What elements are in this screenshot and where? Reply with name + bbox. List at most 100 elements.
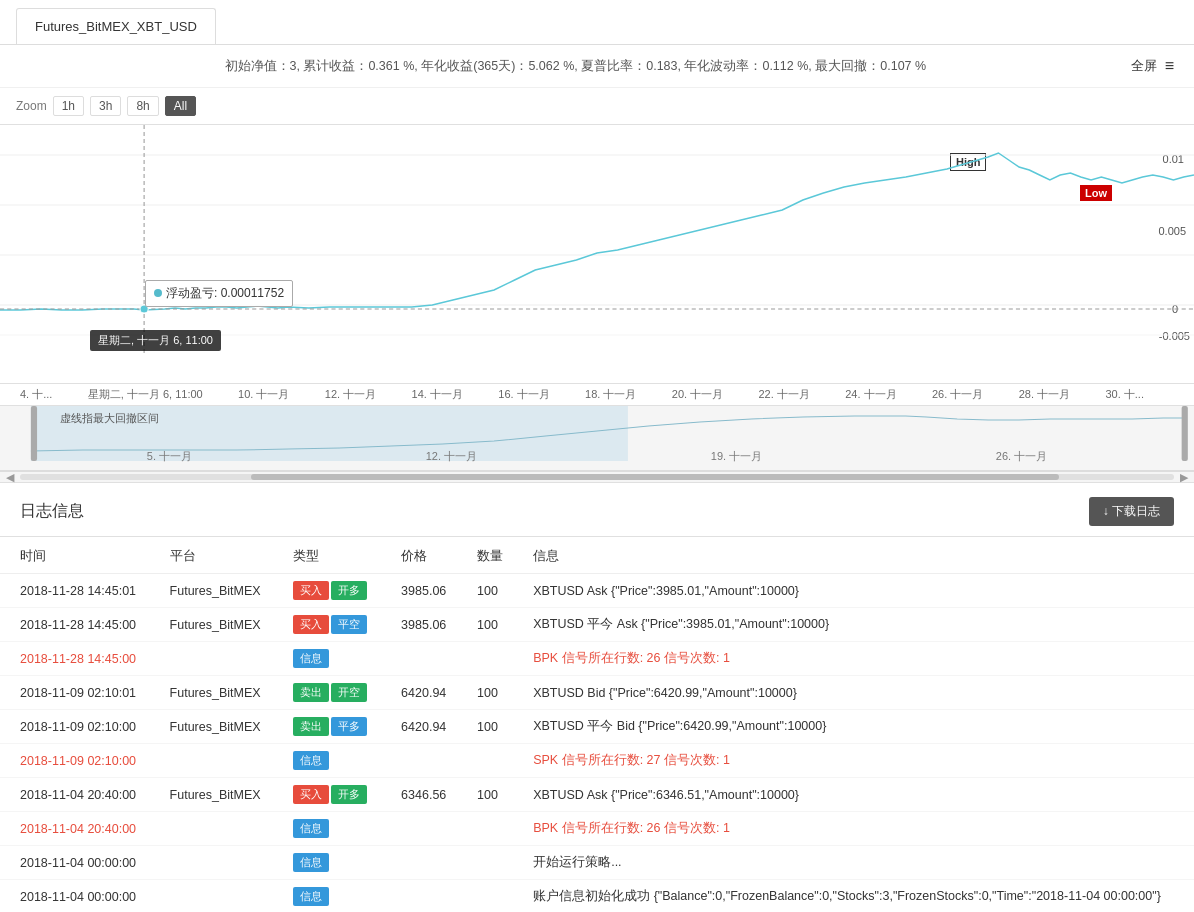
cell-time: 2018-11-28 14:45:00 — [0, 608, 150, 642]
cell-info: 开始运行策略... — [513, 846, 1194, 880]
tag-open: 开多 — [331, 785, 367, 804]
cell-time: 2018-11-09 02:10:01 — [0, 676, 150, 710]
zoom-all[interactable]: All — [165, 96, 196, 116]
cell-price — [381, 642, 457, 676]
col-amount: 数量 — [457, 537, 513, 574]
cell-info: XBTUSD Ask {"Price":3985.01,"Amount":100… — [513, 574, 1194, 608]
chart-tooltip: 浮动盈亏: 0.00011752 — [145, 280, 293, 307]
fullscreen-button[interactable]: 全屏 — [1131, 57, 1157, 75]
cell-amount: 100 — [457, 574, 513, 608]
download-log-button[interactable]: ↓ 下载日志 — [1089, 497, 1174, 526]
cell-price — [381, 880, 457, 913]
col-type: 类型 — [273, 537, 381, 574]
cell-platform: Futures_BitMEX — [150, 608, 274, 642]
cell-platform — [150, 812, 274, 846]
cell-type: 信息 — [273, 846, 381, 880]
cell-price: 3985.06 — [381, 574, 457, 608]
tag-buy: 买入 — [293, 581, 329, 600]
cell-price: 6346.56 — [381, 778, 457, 812]
cell-type: 买入平空 — [273, 608, 381, 642]
cell-amount: 100 — [457, 778, 513, 812]
tag-open: 开多 — [331, 581, 367, 600]
cell-type: 信息 — [273, 744, 381, 778]
nav-x-labels: 5. 十一月 12. 十一月 19. 十一月 26. 十一月 — [0, 447, 1194, 466]
tab-futures[interactable]: Futures_BitMEX_XBT_USD — [16, 8, 216, 44]
log-table: 时间 平台 类型 价格 数量 信息 2018-11-28 14:45:01Fut… — [0, 537, 1194, 912]
cell-type: 买入开多 — [273, 778, 381, 812]
zoom-3h[interactable]: 3h — [90, 96, 121, 116]
table-row: 2018-11-09 02:10:01Futures_BitMEX卖出开空642… — [0, 676, 1194, 710]
cell-info: BPK 信号所在行数: 26 信号次数: 1 — [513, 812, 1194, 846]
nav-label: 虚线指最大回撤区间 — [60, 411, 159, 426]
tag-info: 信息 — [293, 887, 329, 906]
cell-platform: Futures_BitMEX — [150, 676, 274, 710]
x-label-10: 24. 十一月 — [845, 387, 896, 402]
cell-info: BPK 信号所在行数: 26 信号次数: 1 — [513, 642, 1194, 676]
cell-amount — [457, 846, 513, 880]
col-time: 时间 — [0, 537, 150, 574]
log-title: 日志信息 — [20, 501, 84, 522]
cell-info: 账户信息初始化成功 {"Balance":0,"FrozenBalance":0… — [513, 880, 1194, 913]
col-platform: 平台 — [150, 537, 274, 574]
cell-time: 2018-11-04 00:00:00 — [0, 880, 150, 913]
zoom-1h[interactable]: 1h — [53, 96, 84, 116]
scroll-right-arrow[interactable]: ▶ — [1174, 471, 1194, 484]
cell-platform — [150, 880, 274, 913]
cell-platform — [150, 744, 274, 778]
x-label-5: 14. 十一月 — [412, 387, 463, 402]
tab-bar: Futures_BitMEX_XBT_USD — [0, 0, 1194, 45]
cell-info: XBTUSD Ask {"Price":6346.51,"Amount":100… — [513, 778, 1194, 812]
cell-type: 信息 — [273, 812, 381, 846]
nav-x-2: 12. 十一月 — [426, 449, 477, 464]
tooltip-dot — [154, 289, 162, 297]
cell-time: 2018-11-28 14:45:01 — [0, 574, 150, 608]
zoom-8h[interactable]: 8h — [127, 96, 158, 116]
x-label-1: 4. 十... — [20, 387, 52, 402]
x-label-7: 18. 十一月 — [585, 387, 636, 402]
scrollbar[interactable]: ◀ ▶ — [0, 471, 1194, 483]
cell-info: XBTUSD 平今 Ask {"Price":3985.01,"Amount":… — [513, 608, 1194, 642]
tag-flat: 平空 — [331, 615, 367, 634]
x-label-12: 28. 十一月 — [1019, 387, 1070, 402]
cell-price: 3985.06 — [381, 608, 457, 642]
cell-time: 2018-11-04 20:40:00 — [0, 778, 150, 812]
x-label-11: 26. 十一月 — [932, 387, 983, 402]
table-row: 2018-11-09 02:10:00信息SPK 信号所在行数: 27 信号次数… — [0, 744, 1194, 778]
cell-amount — [457, 642, 513, 676]
cell-price: 6420.94 — [381, 676, 457, 710]
cell-platform: Futures_BitMEX — [150, 574, 274, 608]
table-header-row: 时间 平台 类型 价格 数量 信息 — [0, 537, 1194, 574]
nav-x-3: 19. 十一月 — [711, 449, 762, 464]
zoom-label: Zoom — [16, 99, 47, 113]
cell-platform: Futures_BitMEX — [150, 778, 274, 812]
cell-amount — [457, 880, 513, 913]
cell-platform: Futures_BitMEX — [150, 710, 274, 744]
cell-price — [381, 812, 457, 846]
cell-type: 卖出平多 — [273, 710, 381, 744]
tag-open: 开空 — [331, 683, 367, 702]
menu-icon[interactable]: ≡ — [1165, 57, 1174, 75]
scroll-thumb[interactable] — [251, 474, 1059, 480]
tag-info: 信息 — [293, 819, 329, 838]
cell-price: 6420.94 — [381, 710, 457, 744]
tag-flat: 平多 — [331, 717, 367, 736]
nav-x-4: 26. 十一月 — [996, 449, 1047, 464]
x-label-6: 16. 十一月 — [498, 387, 549, 402]
cell-amount: 100 — [457, 676, 513, 710]
cell-info: XBTUSD 平今 Bid {"Price":6420.99,"Amount":… — [513, 710, 1194, 744]
scroll-left-arrow[interactable]: ◀ — [0, 471, 20, 484]
cell-platform — [150, 642, 274, 676]
cell-time: 2018-11-04 20:40:00 — [0, 812, 150, 846]
cell-type: 卖出开空 — [273, 676, 381, 710]
cell-info: SPK 信号所在行数: 27 信号次数: 1 — [513, 744, 1194, 778]
x-label-4: 12. 十一月 — [325, 387, 376, 402]
chart-container: 0.01 0.005 0 -0.005 High Low 浮动盈亏: 0.000… — [0, 124, 1194, 384]
date-tooltip: 星期二, 十一月 6, 11:00 — [90, 330, 221, 351]
navigator[interactable]: 虚线指最大回撤区间 5. 十一月 12. 十一月 19. 十一月 26. 十一月 — [0, 406, 1194, 471]
cell-platform — [150, 846, 274, 880]
x-label-8: 20. 十一月 — [672, 387, 723, 402]
tag-buy: 买入 — [293, 615, 329, 634]
table-row: 2018-11-28 14:45:00Futures_BitMEX买入平空398… — [0, 608, 1194, 642]
cell-price — [381, 744, 457, 778]
table-row: 2018-11-04 00:00:00 信息 账户信息初始化成功 {"Balance… — [0, 880, 1194, 913]
